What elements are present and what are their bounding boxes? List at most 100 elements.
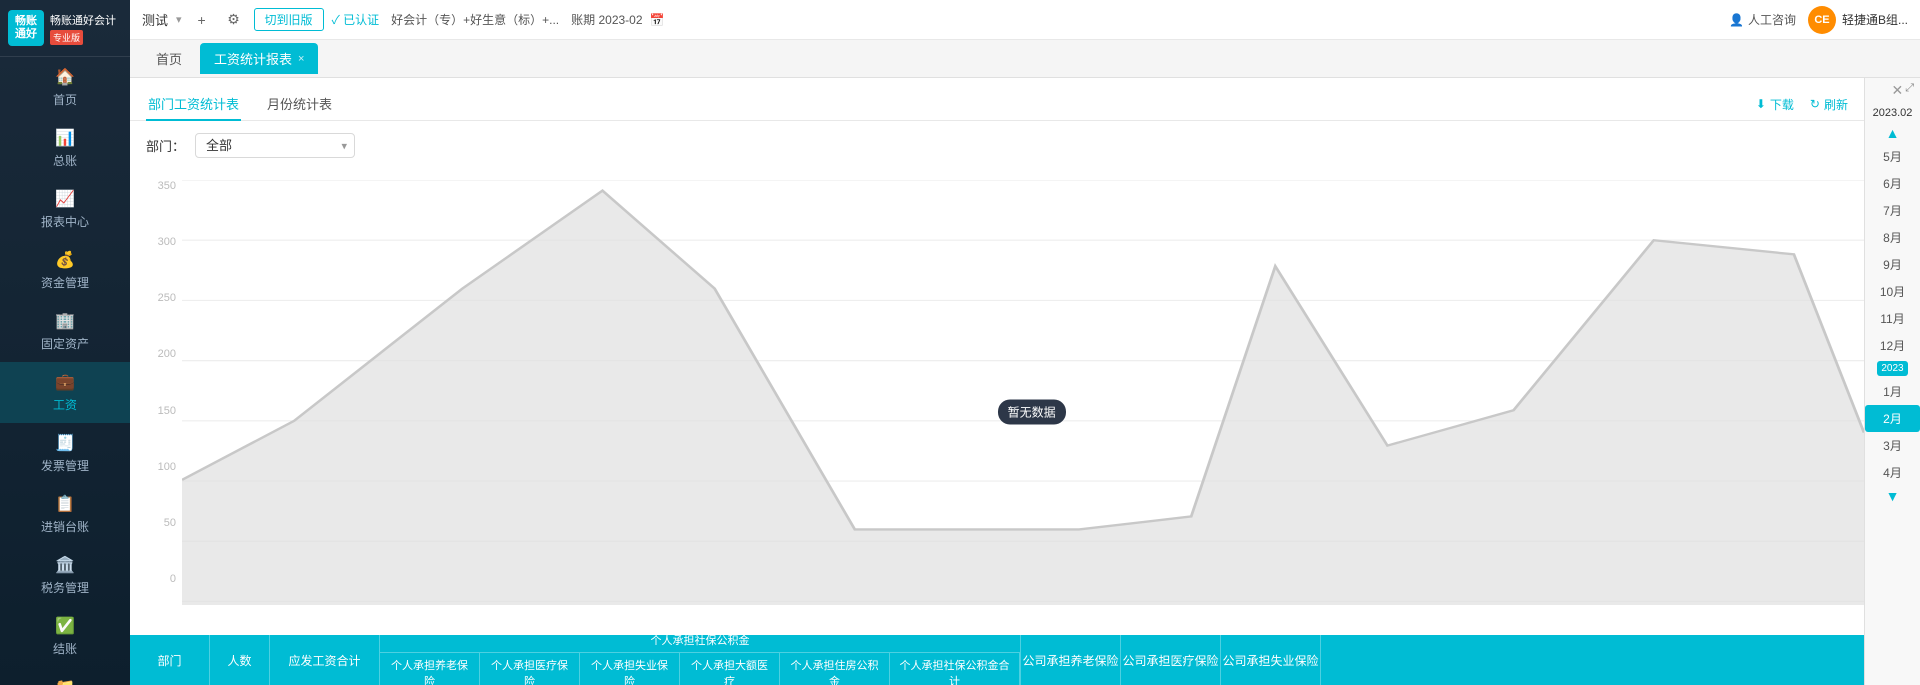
col-total-salary: 应发工资合计: [270, 635, 380, 685]
subtab-dept[interactable]: 部门工资统计表: [146, 88, 241, 121]
sidebar-item-salary[interactable]: 💼 工资: [0, 362, 130, 423]
content-area: 部门工资统计表 月份统计表 ⬇ 下载 ↻ 刷新 部门：: [130, 78, 1920, 685]
sidebar-item-funds[interactable]: 💰 资金管理: [0, 240, 130, 301]
topbar-period: 账期 2023-02 📅: [571, 11, 665, 28]
month-10[interactable]: 10月: [1865, 278, 1920, 305]
col-personal-pension: 个人承担养老保险: [380, 653, 480, 685]
y-label-300: 300: [146, 236, 176, 248]
funds-icon: 💰: [55, 250, 75, 270]
sidebar-item-label: 发票管理: [41, 457, 89, 474]
tabbar: 首页 工资统计报表 ×: [130, 40, 1920, 78]
month-5[interactable]: 5月: [1865, 143, 1920, 170]
area-chart: [182, 180, 1864, 605]
tab-close-button[interactable]: ×: [298, 53, 304, 65]
col-personal-total: 个人承担社保公积金合计: [890, 653, 1020, 685]
month-6[interactable]: 6月: [1865, 170, 1920, 197]
app-logo-icon: 畅账通好: [8, 10, 44, 46]
table-header-row: 部门 人数 应发工资合计 个人承担社保公积金 个人承担养老保险 个人承担医疗保险…: [130, 635, 1864, 685]
topbar-tag-info: 好会计（专）+好生意（标）+...: [391, 11, 559, 28]
month-7[interactable]: 7月: [1865, 197, 1920, 224]
topbar-title: 测试: [142, 10, 168, 29]
subtabs: 部门工资统计表 月份统计表 ⬇ 下载 ↻ 刷新: [130, 78, 1864, 121]
col-personal-housing: 个人承担住房公积金: [780, 653, 890, 685]
ledger-icon: 📊: [55, 128, 75, 148]
app-pro-badge: 专业版: [50, 30, 83, 45]
sidebar-item-label: 进销台账: [41, 518, 89, 535]
refresh-button[interactable]: ↻ 刷新: [1810, 96, 1848, 113]
sidebar-item-archive[interactable]: 📁 归档管理: [0, 667, 130, 685]
topbar: 测试 ▾ + ⚙ 切到旧版 ✓ 已认证 好会计（专）+好生意（标）+... 账期…: [130, 0, 1920, 40]
download-icon: ⬇: [1756, 97, 1766, 111]
topbar-tags: ✓ 已认证 好会计（专）+好生意（标）+... 账期 2023-02 📅: [332, 11, 1721, 28]
month-12[interactable]: 12月: [1865, 332, 1920, 359]
sidebar-item-ledger[interactable]: 📊 总账: [0, 118, 130, 179]
col-group-personal: 个人承担社保公积金 个人承担养老保险 个人承担医疗保险 个人承担失业保险 个人承…: [380, 628, 1021, 685]
month-8[interactable]: 8月: [1865, 224, 1920, 251]
scroll-up-button[interactable]: ▲: [1884, 123, 1902, 143]
y-label-0: 0: [146, 573, 176, 585]
month-11[interactable]: 11月: [1865, 305, 1920, 332]
sidebar-item-label: 总账: [53, 152, 77, 169]
right-panel-close-button[interactable]: ✕: [1891, 82, 1903, 99]
right-panel-close-area: ✕ ⤢: [1865, 78, 1920, 103]
topbar-right: 👤 人工咨询 CE 轻捷通B组...: [1729, 6, 1908, 34]
main-area: 测试 ▾ + ⚙ 切到旧版 ✓ 已认证 好会计（专）+好生意（标）+... 账期…: [130, 0, 1920, 685]
user-menu[interactable]: CE 轻捷通B组...: [1808, 6, 1908, 34]
chart-area: 350 300 250 200 150 100 50 0: [130, 170, 1864, 635]
calendar-icon[interactable]: 📅: [650, 13, 665, 27]
col-personal-major-medical: 个人承担大额医疗: [680, 653, 780, 685]
month-3[interactable]: 3月: [1865, 432, 1920, 459]
y-label-150: 150: [146, 405, 176, 417]
sidebar-item-reports[interactable]: 📈 报表中心: [0, 179, 130, 240]
subtab-monthly[interactable]: 月份统计表: [265, 88, 334, 121]
archive-icon: 📁: [55, 677, 75, 685]
help-button[interactable]: 👤 人工咨询: [1729, 11, 1796, 28]
sidebar-item-assets[interactable]: 🏢 固定资产: [0, 301, 130, 362]
year-badge-2023[interactable]: 2023: [1877, 361, 1907, 376]
dept-select[interactable]: 全部 行政部 财务部 销售部 技术部: [195, 133, 355, 158]
col-personal-unemployment: 个人承担失业保险: [580, 653, 680, 685]
month-2-active[interactable]: 2月: [1865, 405, 1920, 432]
topbar-add-button[interactable]: +: [190, 8, 214, 32]
topbar-switch-button[interactable]: 切到旧版: [254, 8, 324, 31]
col-company-unemployment: 公司承担失业保险: [1221, 635, 1321, 685]
reports-icon: 📈: [55, 189, 75, 209]
home-icon: 🏠: [55, 67, 75, 87]
col-company-pension: 公司承担养老保险: [1021, 635, 1121, 685]
sidebar-item-home[interactable]: 🏠 首页: [0, 57, 130, 118]
close-account-icon: ✅: [55, 616, 75, 636]
sidebar-item-invoice[interactable]: 🧾 发票管理: [0, 423, 130, 484]
right-panel-year-label[interactable]: 2023.02: [1865, 103, 1920, 123]
month-1[interactable]: 1月: [1865, 378, 1920, 405]
app-logo-text: 畅账通好会计 专业版: [50, 12, 116, 45]
tab-home[interactable]: 首页: [142, 43, 196, 74]
user-avatar: CE: [1808, 6, 1836, 34]
trading-icon: 📋: [55, 494, 75, 514]
sidebar-logo: 畅账通好 畅账通好会计 专业版: [0, 0, 130, 57]
invoice-icon: 🧾: [55, 433, 75, 453]
right-panel: ✕ ⤢ 2023.02 ▲ 5月 6月 7月 8月 9月 10月 11月 12月…: [1864, 78, 1920, 685]
app-name: 畅账通好会计: [50, 12, 116, 28]
filter-bar: 部门： 全部 行政部 财务部 销售部 技术部 ▾: [130, 121, 1864, 170]
user-name: 轻捷通B组...: [1842, 11, 1908, 28]
subtabs-actions: ⬇ 下载 ↻ 刷新: [1756, 96, 1848, 113]
help-icon: 👤: [1729, 13, 1744, 27]
sidebar-item-label: 固定资产: [41, 335, 89, 352]
sidebar-item-close-account[interactable]: ✅ 结账: [0, 606, 130, 667]
topbar-settings-button[interactable]: ⚙: [222, 8, 246, 32]
month-9[interactable]: 9月: [1865, 251, 1920, 278]
tab-salary-report[interactable]: 工资统计报表 ×: [200, 43, 318, 74]
topbar-dropdown-arrow[interactable]: ▾: [176, 13, 182, 26]
download-button[interactable]: ⬇ 下载: [1756, 96, 1794, 113]
sidebar-item-tax[interactable]: 🏛️ 税务管理: [0, 545, 130, 606]
y-label-100: 100: [146, 461, 176, 473]
sidebar-item-label: 税务管理: [41, 579, 89, 596]
col-company-medical: 公司承担医疗保险: [1121, 635, 1221, 685]
y-label-350: 350: [146, 180, 176, 192]
month-4[interactable]: 4月: [1865, 459, 1920, 486]
scroll-down-button[interactable]: ▼: [1884, 486, 1902, 506]
col-dept: 部门: [130, 635, 210, 685]
expand-button[interactable]: ⤢: [1905, 82, 1914, 99]
content-main: 部门工资统计表 月份统计表 ⬇ 下载 ↻ 刷新 部门：: [130, 78, 1864, 685]
sidebar-item-trading[interactable]: 📋 进销台账: [0, 484, 130, 545]
